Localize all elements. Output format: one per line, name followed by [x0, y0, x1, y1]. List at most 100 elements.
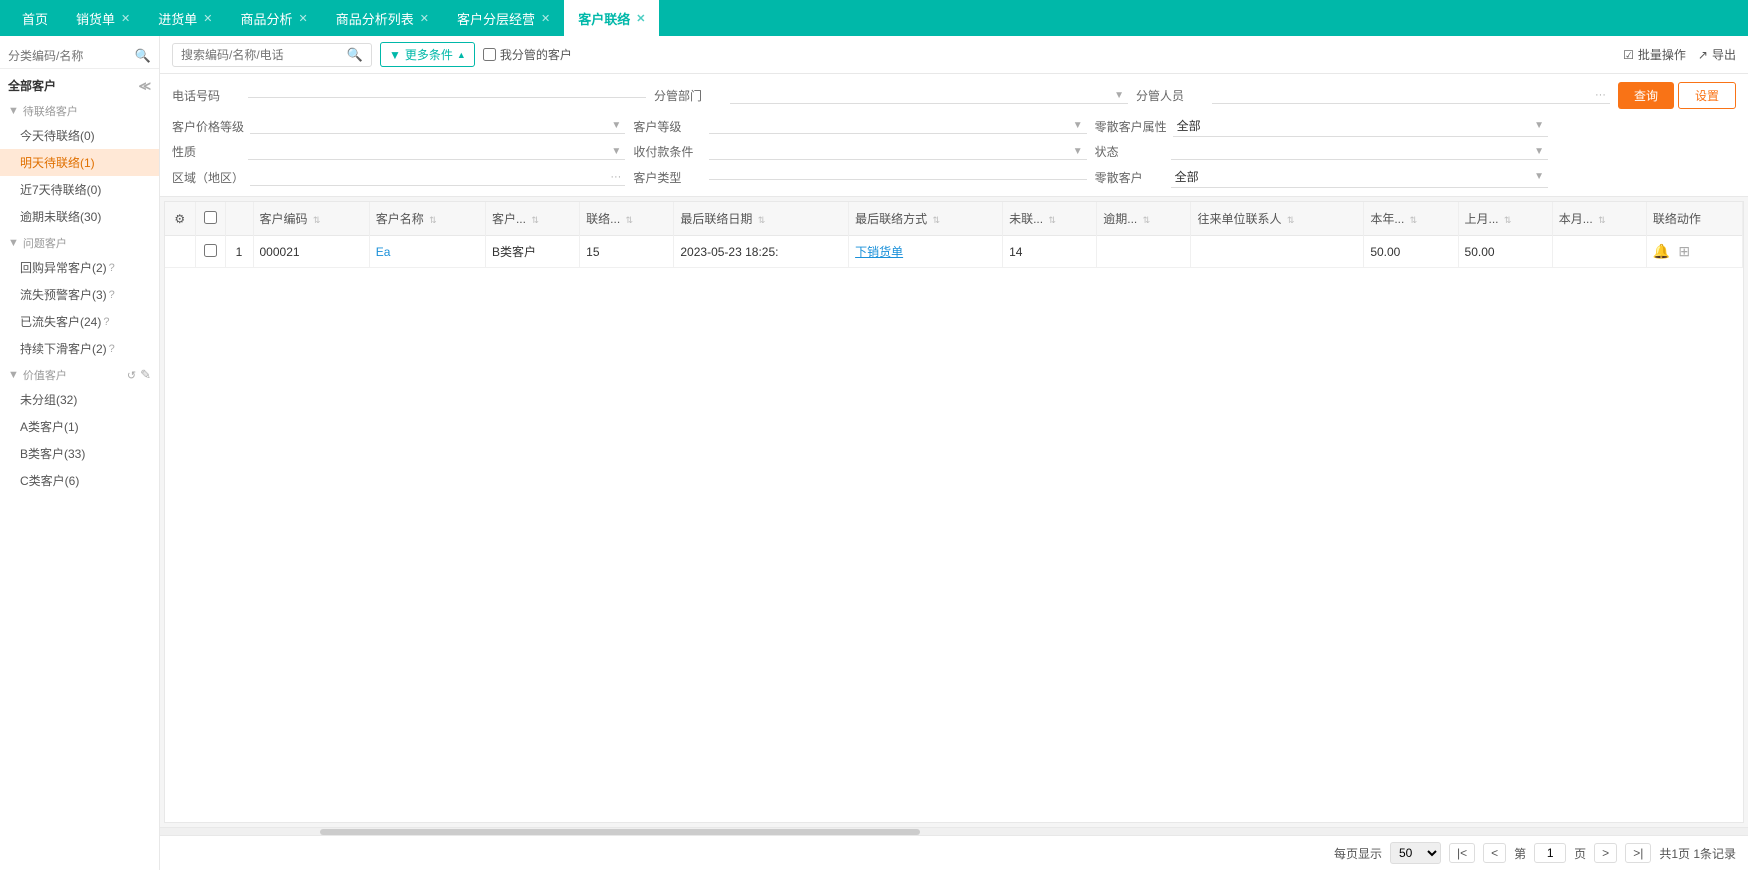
- sidebar-item-class-a[interactable]: A类客户(1): [0, 413, 159, 440]
- nav-home[interactable]: 首页: [8, 0, 62, 36]
- collapse-icon[interactable]: ≪: [138, 79, 151, 93]
- col-contact-person[interactable]: 往来单位联系人 ⇅: [1191, 202, 1364, 236]
- next-page-button[interactable]: >: [1594, 843, 1617, 863]
- close-sales-order-icon[interactable]: ✕: [121, 12, 130, 25]
- col-this-month[interactable]: 本月... ⇅: [1552, 202, 1646, 236]
- gender-select[interactable]: ▼: [248, 144, 625, 160]
- my-customers-checkbox-area[interactable]: 我分管的客户: [483, 46, 572, 63]
- sidebar-item-overdue-contact[interactable]: 逾期未联络(30): [0, 203, 159, 230]
- sort-name-icon[interactable]: ⇅: [429, 215, 437, 225]
- nav-customer-contact[interactable]: 客户联络 ✕: [564, 0, 659, 36]
- sort-this-year-icon[interactable]: ⇅: [1410, 215, 1418, 225]
- page-size-select[interactable]: 50 100: [1390, 842, 1441, 864]
- sort-no-contact-icon[interactable]: ⇅: [1048, 215, 1056, 225]
- close-product-analysis-icon[interactable]: ✕: [299, 12, 308, 25]
- sort-this-month-icon[interactable]: ⇅: [1598, 215, 1606, 225]
- page-number-input[interactable]: [1534, 843, 1566, 863]
- region-label: 区域（地区）: [172, 169, 244, 186]
- retail-attr-select[interactable]: 全部 ▼: [1173, 115, 1548, 137]
- dept-arrow-icon: ▼: [1114, 90, 1124, 101]
- nav-purchase-order[interactable]: 进货单 ✕: [144, 0, 226, 36]
- col-no-contact[interactable]: 未联... ⇅: [1003, 202, 1097, 236]
- first-page-button[interactable]: |<: [1449, 843, 1475, 863]
- retail-attr-label: 零散客户属性: [1095, 118, 1167, 135]
- sidebar-item-tomorrow-contact[interactable]: 明天待联络(1): [0, 149, 159, 176]
- col-customer-name[interactable]: 客户名称 ⇅: [369, 202, 485, 236]
- close-customer-contact-icon[interactable]: ✕: [636, 12, 645, 25]
- edit-value-icon[interactable]: ✎: [140, 367, 151, 383]
- region-select[interactable]: ···: [250, 169, 625, 186]
- col-gear[interactable]: ⚙: [165, 202, 195, 236]
- sort-overdue-icon[interactable]: ⇅: [1143, 215, 1151, 225]
- sidebar-item-class-b[interactable]: B类客户(33): [0, 440, 159, 467]
- all-customers-section[interactable]: 全部客户 ≪: [0, 73, 159, 98]
- sort-contacts-icon[interactable]: ⇅: [626, 215, 634, 225]
- customer-level-select[interactable]: ▼: [709, 118, 1086, 134]
- customer-type-select[interactable]: [709, 175, 1086, 180]
- nav-product-analysis[interactable]: 商品分析 ✕: [226, 0, 321, 36]
- sidebar-item-7days-contact[interactable]: 近7天待联络(0): [0, 176, 159, 203]
- payment-select[interactable]: ▼: [709, 144, 1086, 160]
- export-button[interactable]: ↗ 导出: [1698, 46, 1736, 63]
- sidebar-search-box[interactable]: 🔍: [0, 44, 159, 69]
- row-action-bell-icon[interactable]: 🔔: [1653, 243, 1670, 260]
- col-last-month[interactable]: 上月... ⇅: [1458, 202, 1552, 236]
- status-select[interactable]: ▼: [1171, 144, 1548, 160]
- close-purchase-order-icon[interactable]: ✕: [203, 12, 212, 25]
- batch-operation-button[interactable]: ☑ 批量操作: [1623, 46, 1686, 63]
- sort-last-month-icon[interactable]: ⇅: [1504, 215, 1512, 225]
- sidebar-item-repurchase-abnormal[interactable]: 回购异常客户(2) ?: [0, 254, 159, 281]
- my-customers-checkbox[interactable]: [483, 48, 496, 61]
- col-contacts[interactable]: 联络... ⇅: [580, 202, 674, 236]
- col-last-date[interactable]: 最后联络日期 ⇅: [674, 202, 849, 236]
- page-label: 第: [1514, 845, 1526, 862]
- row-check[interactable]: [195, 236, 225, 268]
- price-level-select[interactable]: ▼: [250, 118, 625, 134]
- col-customer-code[interactable]: 客户编码 ⇅: [253, 202, 369, 236]
- more-filter-button[interactable]: ▼ 更多条件 ▲: [380, 42, 475, 67]
- row-action-grid-icon[interactable]: ⊞: [1678, 243, 1690, 260]
- sidebar-item-churned[interactable]: 已流失客户(24) ?: [0, 308, 159, 335]
- sort-type-icon[interactable]: ⇅: [531, 215, 539, 225]
- prev-page-button[interactable]: <: [1483, 843, 1506, 863]
- page-size-label: 每页显示: [1334, 845, 1382, 862]
- main-search-input[interactable]: [181, 48, 347, 62]
- person-select[interactable]: ···: [1212, 87, 1610, 104]
- scrollbar-thumb[interactable]: [320, 829, 920, 835]
- sidebar-search-input[interactable]: [8, 49, 135, 63]
- close-product-list-icon[interactable]: ✕: [420, 12, 429, 25]
- sidebar-item-churn-warning[interactable]: 流失预警客户(3) ?: [0, 281, 159, 308]
- sidebar-item-class-c[interactable]: C类客户(6): [0, 467, 159, 494]
- sidebar-item-ungrouped[interactable]: 未分组(32): [0, 386, 159, 413]
- row-checkbox[interactable]: [204, 244, 217, 257]
- close-customer-tier-icon[interactable]: ✕: [541, 12, 550, 25]
- main-search-icon[interactable]: 🔍: [347, 47, 363, 63]
- last-page-button[interactable]: >|: [1625, 843, 1651, 863]
- dept-select[interactable]: ▼: [730, 88, 1128, 104]
- nav-sales-order[interactable]: 销货单 ✕: [62, 0, 144, 36]
- col-last-way[interactable]: 最后联络方式 ⇅: [849, 202, 1003, 236]
- horizontal-scrollbar[interactable]: [160, 827, 1748, 835]
- col-customer-type[interactable]: 客户... ⇅: [485, 202, 579, 236]
- nav-customer-tier[interactable]: 客户分层经营 ✕: [443, 0, 564, 36]
- row-last-way[interactable]: 下销货单: [849, 236, 1003, 268]
- sidebar-item-today-contact[interactable]: 今天待联络(0): [0, 122, 159, 149]
- all-customers-label: 全部客户: [8, 77, 56, 94]
- sort-contact-person-icon[interactable]: ⇅: [1287, 215, 1295, 225]
- select-all-checkbox[interactable]: [204, 211, 217, 224]
- retail-customer-select[interactable]: 全部 ▼: [1171, 166, 1548, 188]
- sort-code-icon[interactable]: ⇅: [313, 215, 321, 225]
- col-overdue[interactable]: 逾期... ⇅: [1097, 202, 1191, 236]
- search-box[interactable]: 🔍: [172, 43, 372, 67]
- sort-last-way-icon[interactable]: ⇅: [932, 215, 940, 225]
- nav-product-analysis-list[interactable]: 商品分析列表 ✕: [322, 0, 443, 36]
- set-button[interactable]: 设置: [1678, 82, 1736, 109]
- sidebar-item-declining[interactable]: 持续下滑客户(2) ?: [0, 335, 159, 362]
- col-check[interactable]: [195, 202, 225, 236]
- sidebar-search-icon[interactable]: 🔍: [135, 48, 151, 64]
- query-button[interactable]: 查询: [1618, 82, 1674, 109]
- refresh-icon[interactable]: ↺: [127, 369, 136, 382]
- col-this-year[interactable]: 本年... ⇅: [1364, 202, 1458, 236]
- sort-last-date-icon[interactable]: ⇅: [758, 215, 766, 225]
- phone-input[interactable]: [248, 93, 646, 98]
